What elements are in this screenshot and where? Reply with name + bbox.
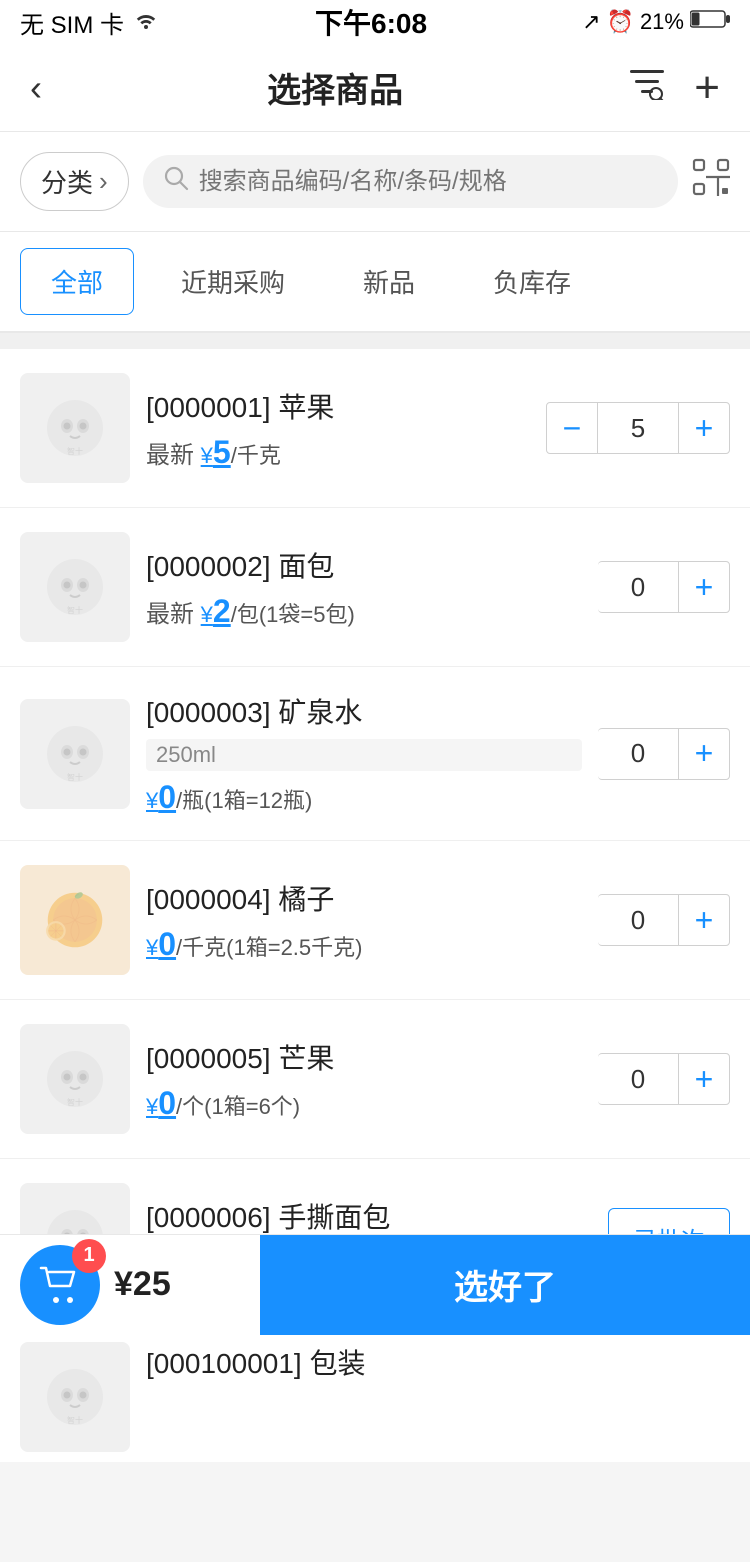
svg-text:智十: 智十 bbox=[67, 772, 83, 782]
chevron-right-icon: › bbox=[99, 166, 108, 197]
product-item: 智十 [0000003] 矿泉水 250ml ¥0/瓶(1箱=12瓶) + bbox=[0, 667, 750, 841]
plus-button-3[interactable]: + bbox=[678, 728, 730, 780]
product-name-7: [000100001] 包装 bbox=[146, 1342, 730, 1382]
qty-input-1[interactable] bbox=[598, 402, 678, 454]
tab-all-label: 全部 bbox=[51, 268, 103, 298]
product-name-3: [0000003] 矿泉水 bbox=[146, 691, 582, 731]
owl-logo-5: 智十 bbox=[45, 1049, 105, 1109]
svg-text:智十: 智十 bbox=[67, 446, 83, 456]
page-title: 选择商品 bbox=[267, 63, 403, 112]
qty-input-2[interactable] bbox=[598, 561, 678, 613]
product-name-4: [0000004] 橘子 bbox=[146, 878, 582, 918]
product-spec-3: 250ml bbox=[146, 739, 582, 771]
product-price-5: ¥0/个(1箱=6个) bbox=[146, 1085, 582, 1122]
product-item: [0000004] 橘子 ¥0/千克(1箱=2.5千克) + bbox=[0, 841, 750, 1000]
tab-negative[interactable]: 负库存 bbox=[462, 248, 602, 315]
product-thumbnail-7: 智十 bbox=[20, 1342, 130, 1452]
category-label: 分类 bbox=[41, 163, 93, 200]
plus-button-2[interactable]: + bbox=[678, 561, 730, 613]
product-price-4: ¥0/千克(1箱=2.5千克) bbox=[146, 926, 582, 963]
wifi-icon bbox=[132, 8, 160, 36]
product-name-5: [0000005] 芒果 bbox=[146, 1037, 582, 1077]
qty-input-4[interactable] bbox=[598, 894, 678, 946]
location-icon: ↗ bbox=[582, 9, 600, 35]
product-price-1: 最新 ¥5/千克 bbox=[146, 434, 530, 471]
alarm-icon: ⏰ bbox=[607, 9, 634, 35]
tab-new[interactable]: 新品 bbox=[332, 248, 446, 315]
qty-input-3[interactable] bbox=[598, 728, 678, 780]
owl-logo-1: 智十 bbox=[45, 398, 105, 458]
product-price-3: ¥0/瓶(1箱=12瓶) bbox=[146, 779, 582, 816]
section-divider bbox=[0, 333, 750, 349]
product-name-2: [0000002] 面包 bbox=[146, 545, 582, 585]
product-info-4: [0000004] 橘子 ¥0/千克(1箱=2.5千克) bbox=[146, 878, 582, 963]
owl-logo-3: 智十 bbox=[45, 724, 105, 784]
battery-icon bbox=[690, 9, 730, 35]
product-name-6: [0000006] 手撕面包 bbox=[146, 1196, 592, 1236]
filter-icon[interactable] bbox=[628, 66, 666, 109]
orange-image bbox=[45, 890, 105, 950]
back-button[interactable]: ‹ bbox=[30, 67, 42, 109]
tab-new-label: 新品 bbox=[363, 268, 415, 298]
nav-bar: ‹ 选择商品 + bbox=[0, 44, 750, 132]
owl-logo-2: 智十 bbox=[45, 557, 105, 617]
product-thumbnail-4 bbox=[20, 865, 130, 975]
search-input[interactable] bbox=[199, 168, 658, 196]
product-qty-4: + bbox=[598, 894, 730, 946]
scan-icon[interactable] bbox=[692, 158, 730, 205]
confirm-button[interactable]: 选好了 bbox=[260, 1235, 750, 1335]
minus-button-1[interactable]: − bbox=[546, 402, 598, 454]
status-right: ↗ ⏰ 21% bbox=[582, 9, 730, 35]
plus-button-1[interactable]: + bbox=[678, 402, 730, 454]
owl-logo-7: 智十 bbox=[45, 1367, 105, 1427]
cart-icon bbox=[39, 1266, 81, 1304]
tab-recent-label: 近期采购 bbox=[181, 268, 285, 298]
search-box bbox=[143, 155, 678, 208]
product-info-7: [000100001] 包装 bbox=[146, 1342, 730, 1382]
product-qty-2: + bbox=[598, 561, 730, 613]
nav-actions: + bbox=[628, 63, 720, 113]
tab-negative-label: 负库存 bbox=[493, 268, 571, 298]
product-info-1: [0000001] 苹果 最新 ¥5/千克 bbox=[146, 386, 530, 471]
product-qty-1: − + bbox=[546, 402, 730, 454]
status-bar: 无 SIM 卡 下午6:08 ↗ ⏰ 21% bbox=[0, 0, 750, 44]
battery-text: 21% bbox=[640, 9, 684, 35]
cart-area: 1 ¥25 bbox=[0, 1245, 260, 1325]
product-qty-3: + bbox=[598, 728, 730, 780]
cart-total: ¥25 bbox=[114, 1265, 171, 1304]
product-item: 智十 [0000002] 面包 最新 ¥2/包(1袋=5包) + bbox=[0, 508, 750, 667]
product-price-2: 最新 ¥2/包(1袋=5包) bbox=[146, 593, 582, 630]
svg-text:智十: 智十 bbox=[67, 1415, 83, 1425]
cart-badge: 1 bbox=[72, 1239, 106, 1273]
sim-status: 无 SIM 卡 bbox=[20, 5, 124, 40]
product-info-2: [0000002] 面包 最新 ¥2/包(1袋=5包) bbox=[146, 545, 582, 630]
filter-bar: 分类 › bbox=[0, 132, 750, 232]
product-name-1: [0000001] 苹果 bbox=[146, 386, 530, 426]
category-button[interactable]: 分类 › bbox=[20, 152, 129, 211]
product-item: 智十 [0000005] 芒果 ¥0/个(1箱=6个) + bbox=[0, 1000, 750, 1159]
product-thumbnail-2: 智十 bbox=[20, 532, 130, 642]
svg-text:智十: 智十 bbox=[67, 605, 83, 615]
plus-button-4[interactable]: + bbox=[678, 894, 730, 946]
product-info-3: [0000003] 矿泉水 250ml ¥0/瓶(1箱=12瓶) bbox=[146, 691, 582, 816]
product-thumbnail-5: 智十 bbox=[20, 1024, 130, 1134]
qty-input-5[interactable] bbox=[598, 1053, 678, 1105]
plus-button-5[interactable]: + bbox=[678, 1053, 730, 1105]
cart-icon-button[interactable]: 1 bbox=[20, 1245, 100, 1325]
product-thumbnail-1: 智十 bbox=[20, 373, 130, 483]
product-item: 智十 [0000001] 苹果 最新 ¥5/千克 − + bbox=[0, 349, 750, 508]
status-time: 下午6:08 bbox=[315, 2, 427, 42]
tab-all[interactable]: 全部 bbox=[20, 248, 134, 315]
search-icon bbox=[163, 165, 189, 198]
svg-text:智十: 智十 bbox=[67, 1097, 83, 1107]
tabs-bar: 全部 近期采购 新品 负库存 bbox=[0, 232, 750, 333]
product-thumbnail-3: 智十 bbox=[20, 699, 130, 809]
product-item-partial: 智十 [000100001] 包装 bbox=[0, 1318, 750, 1462]
tab-recent[interactable]: 近期采购 bbox=[150, 248, 316, 315]
product-qty-5: + bbox=[598, 1053, 730, 1105]
status-left: 无 SIM 卡 bbox=[20, 5, 160, 40]
product-info-5: [0000005] 芒果 ¥0/个(1箱=6个) bbox=[146, 1037, 582, 1122]
bottom-bar: 1 ¥25 选好了 bbox=[0, 1234, 750, 1334]
add-icon[interactable]: + bbox=[694, 63, 720, 113]
